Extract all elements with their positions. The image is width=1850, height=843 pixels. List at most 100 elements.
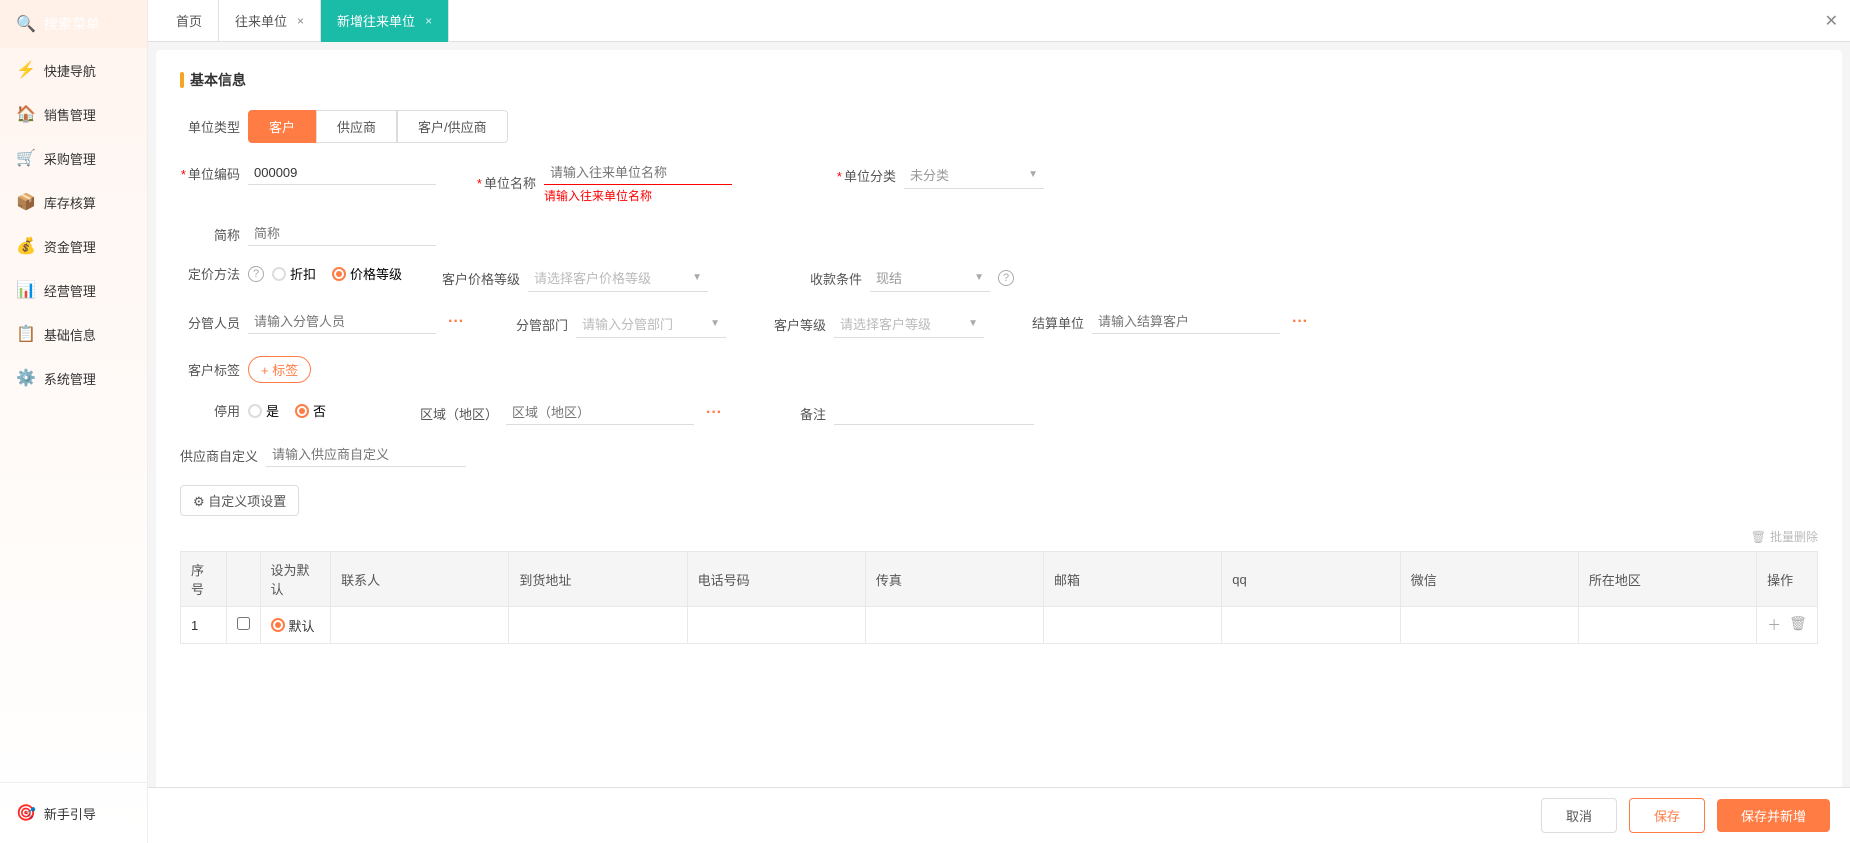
cell-region[interactable]	[1578, 607, 1756, 644]
sidebar-item-quick-nav[interactable]: ⚡ 快捷导航	[0, 48, 147, 92]
pricing-method-field: 定价方法 ? 折扣 价格等级	[180, 264, 402, 283]
sidebar-item-label: 新手引导	[44, 804, 96, 823]
shortname-row: 简称	[180, 222, 1818, 246]
unit-category-value: 未分类	[910, 165, 1022, 184]
sidebar-item-guide[interactable]: 🎯 新手引导	[0, 791, 147, 835]
sidebar-item-system[interactable]: ⚙️ 系统管理	[0, 356, 147, 400]
batch-delete-button[interactable]: 🗑 批量删除	[1751, 528, 1818, 545]
settlement-more-icon[interactable]: ···	[1288, 313, 1312, 331]
manager-more-icon[interactable]: ···	[444, 313, 468, 331]
tab-new-partner-close[interactable]: ×	[425, 14, 432, 28]
region-input[interactable]	[506, 401, 694, 425]
sidebar-item-label: 销售管理	[44, 105, 96, 124]
region-more-icon[interactable]: ···	[702, 404, 726, 422]
department-label: 分管部门	[508, 315, 568, 334]
row-actions: ＋ 🗑	[1767, 615, 1807, 635]
radio-no[interactable]: 否	[295, 401, 326, 420]
cancel-button[interactable]: 取消	[1541, 798, 1617, 833]
tab-home[interactable]: 首页	[160, 0, 219, 42]
phone-input[interactable]	[698, 618, 855, 633]
delete-row-icon[interactable]: 🗑	[1789, 615, 1807, 635]
sidebar-item-operations[interactable]: 📊 经营管理	[0, 268, 147, 312]
batch-delete-label: 批量删除	[1770, 528, 1818, 545]
customer-price-level-placeholder: 请选择客户价格等级	[534, 268, 686, 287]
remark-input[interactable]	[834, 401, 1034, 425]
sidebar-item-label: 快捷导航	[44, 61, 96, 80]
contact-input[interactable]	[341, 618, 498, 633]
unit-btn-both[interactable]: 客户/供应商	[397, 110, 508, 143]
address-input[interactable]	[519, 618, 676, 633]
radio-yes[interactable]: 是	[248, 401, 279, 420]
save-and-new-button[interactable]: 保存并新增	[1717, 799, 1830, 832]
settlement-unit-label: 结算单位	[1024, 313, 1084, 332]
cell-phone[interactable]	[687, 607, 865, 644]
unit-name-field: *单位名称 请输入往来单位名称	[476, 161, 796, 204]
department-placeholder: 请输入分管部门	[582, 314, 704, 333]
row-default-radio[interactable]: 默认	[271, 616, 321, 635]
cell-address[interactable]	[509, 607, 687, 644]
add-tag-button[interactable]: + 标签	[248, 356, 311, 383]
sidebar-item-basic-info[interactable]: 📋 基础信息	[0, 312, 147, 356]
window-close-icon[interactable]: ✕	[1825, 11, 1838, 31]
short-name-input[interactable]	[248, 222, 436, 246]
region-field: 区域（地区） ···	[420, 401, 726, 425]
manager-input[interactable]	[248, 310, 436, 334]
payment-terms-select[interactable]: 现结 ▼	[870, 264, 990, 292]
col-email: 邮箱	[1044, 552, 1222, 607]
supplier-custom-field: 供应商自定义	[180, 443, 466, 467]
sidebar-item-search[interactable]: 🔍 搜索菜单	[0, 0, 147, 48]
payment-terms-field: 收款条件 现结 ▼ ?	[802, 264, 1014, 292]
cell-email[interactable]	[1044, 607, 1222, 644]
cell-fax[interactable]	[865, 607, 1043, 644]
tags-row: 客户标签 + 标签	[180, 356, 1818, 383]
customer-level-field: 客户等级 请选择客户等级 ▼	[766, 310, 984, 338]
radio-price-level[interactable]: 价格等级	[332, 264, 402, 283]
unit-type-row: 单位类型 客户 供应商 客户/供应商	[180, 110, 1818, 143]
payment-terms-help-icon[interactable]: ?	[998, 270, 1014, 286]
unit-code-input[interactable]	[248, 161, 436, 185]
settlement-unit-input[interactable]	[1092, 310, 1280, 334]
chevron-down-icon: ▼	[692, 272, 702, 283]
purchase-icon: 🛒	[16, 148, 36, 168]
add-row-icon[interactable]: ＋	[1767, 615, 1781, 635]
cell-contact[interactable]	[331, 607, 509, 644]
disabled-label: 停用	[180, 401, 240, 420]
fax-input[interactable]	[876, 618, 1033, 633]
unit-category-select[interactable]: 未分类 ▼	[904, 161, 1044, 189]
radio-discount[interactable]: 折扣	[272, 264, 316, 283]
unit-btn-customer[interactable]: 客户	[248, 110, 316, 143]
supplier-custom-input[interactable]	[266, 443, 466, 467]
custom-settings-button[interactable]: ⚙ 自定义项设置	[180, 485, 299, 516]
tab-partner[interactable]: 往来单位 ×	[219, 0, 321, 42]
email-input[interactable]	[1054, 618, 1211, 633]
unit-type-group: 客户 供应商 客户/供应商	[248, 110, 508, 143]
department-select[interactable]: 请输入分管部门 ▼	[576, 310, 726, 338]
save-button[interactable]: 保存	[1629, 798, 1705, 833]
pricing-help-icon[interactable]: ?	[248, 266, 264, 282]
col-phone: 电话号码	[687, 552, 865, 607]
tab-new-partner[interactable]: 新增往来单位 ×	[321, 0, 449, 42]
customer-price-level-select[interactable]: 请选择客户价格等级 ▼	[528, 264, 708, 292]
customer-level-placeholder: 请选择客户等级	[840, 314, 962, 333]
customer-level-select[interactable]: 请选择客户等级 ▼	[834, 310, 984, 338]
table-row: 1 默认	[181, 607, 1818, 644]
wechat-input[interactable]	[1411, 618, 1568, 633]
col-wechat: 微信	[1400, 552, 1578, 607]
row-checkbox[interactable]	[237, 617, 250, 630]
sidebar-item-purchase[interactable]: 🛒 采购管理	[0, 136, 147, 180]
sidebar-item-finance[interactable]: 💰 资金管理	[0, 224, 147, 268]
pricing-radio-group: 折扣 价格等级	[272, 264, 402, 283]
sidebar-item-inventory[interactable]: 📦 库存核算	[0, 180, 147, 224]
tab-partner-close[interactable]: ×	[297, 14, 304, 28]
unit-btn-supplier[interactable]: 供应商	[316, 110, 397, 143]
sidebar-item-sales[interactable]: 🏠 销售管理	[0, 92, 147, 136]
manager-label: 分管人员	[180, 313, 240, 332]
cell-wechat[interactable]	[1400, 607, 1578, 644]
qq-input[interactable]	[1232, 618, 1389, 633]
region-input2[interactable]	[1589, 618, 1746, 633]
sales-icon: 🏠	[16, 104, 36, 124]
radio-circle-yes	[248, 404, 262, 418]
cell-checkbox[interactable]	[226, 607, 260, 644]
cell-qq[interactable]	[1222, 607, 1400, 644]
unit-name-input[interactable]	[544, 161, 732, 185]
